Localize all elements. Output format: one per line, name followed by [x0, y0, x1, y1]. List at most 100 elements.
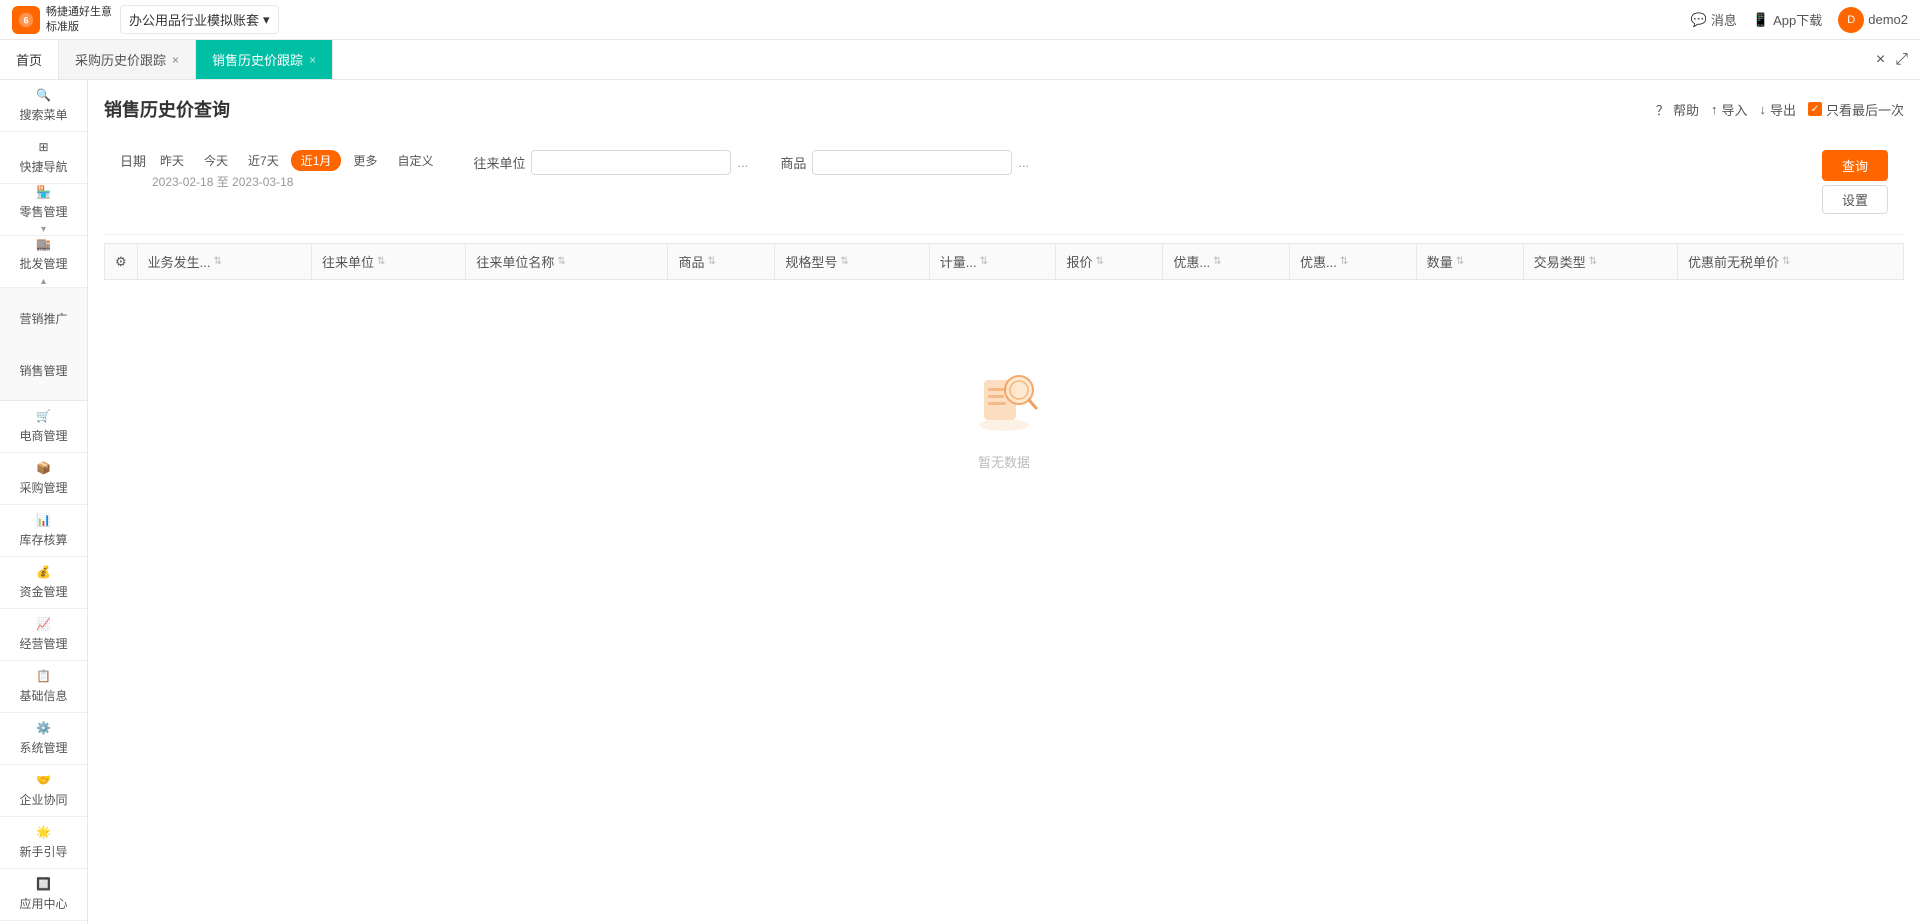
- sidebar-item-enterprise-collab[interactable]: 🤝 企业协同: [0, 765, 87, 817]
- sort-icon: ⇅: [1589, 256, 1597, 267]
- app-download-btn[interactable]: 📱 App下载: [1753, 10, 1822, 29]
- chevron-down-icon: ▾: [41, 224, 46, 235]
- date-btn-more[interactable]: 更多: [345, 150, 385, 171]
- sidebar-item-operations-mgmt[interactable]: 📈 经营管理: [0, 609, 87, 661]
- col-discount1[interactable]: 优惠... ⇅: [1163, 244, 1290, 280]
- close-all-tabs-btn[interactable]: ×: [1876, 51, 1885, 69]
- col-goods[interactable]: 商品 ⇅: [668, 244, 775, 280]
- sidebar-item-retail-mgmt[interactable]: 🏪 零售管理 ▾: [0, 184, 87, 236]
- main-layout: 🔍 搜索菜单 ⊞ 快捷导航 🏪 零售管理 ▾ 🏬 批发管理 ▴ 营销推广 销售管…: [0, 80, 1920, 924]
- ecommerce-icon: 🛒: [36, 409, 51, 423]
- purchase-icon: 📦: [36, 461, 51, 475]
- table-container: ⚙ 业务发生... ⇅ 往来单位: [104, 243, 1904, 551]
- sidebar-item-basic-info[interactable]: 📋 基础信息: [0, 661, 87, 713]
- date-btn-custom[interactable]: 自定义: [389, 150, 441, 171]
- tabbar: 首页 采购历史价跟踪 × 销售历史价跟踪 × × ⤢: [0, 40, 1920, 80]
- sales-history-label: 销售历史价跟踪: [212, 50, 303, 69]
- logo-area: 6 畅捷通好生意 标准版: [12, 5, 112, 34]
- sort-icon: ⇅: [840, 256, 848, 267]
- sidebar-item-new-guide[interactable]: 🌟 新手引导: [0, 817, 87, 869]
- sidebar-item-wholesale-mgmt[interactable]: 🏬 批发管理 ▴: [0, 236, 87, 288]
- tab-sales-history[interactable]: 销售历史价跟踪 ×: [196, 40, 333, 79]
- retail-icon: 🏪: [36, 185, 51, 199]
- col-partner-code[interactable]: 往来单位 ⇅: [311, 244, 465, 280]
- search-icon: 🔍: [36, 88, 51, 102]
- empty-state: 暂无数据: [104, 280, 1904, 551]
- sidebar-item-sales-mgmt[interactable]: 销售管理: [0, 344, 87, 396]
- help-icon: ？: [1656, 100, 1669, 119]
- date-btn-1month[interactable]: 近1月: [291, 150, 342, 171]
- col-partner-name[interactable]: 往来单位名称 ⇅: [466, 244, 668, 280]
- sidebar-item-system-mgmt[interactable]: ⚙️ 系统管理: [0, 713, 87, 765]
- checkbox-icon: [1808, 102, 1822, 116]
- setting-button[interactable]: 设置: [1822, 185, 1888, 214]
- date-btn-7days[interactable]: 近7天: [240, 150, 287, 171]
- page-title: 销售历史价查询: [104, 96, 230, 122]
- sidebar-item-label: 营销推广: [19, 310, 67, 327]
- query-button[interactable]: 查询: [1822, 150, 1888, 181]
- tab-home[interactable]: 首页: [0, 40, 59, 79]
- date-btn-today[interactable]: 今天: [196, 150, 236, 171]
- chevron-up-icon: ▴: [41, 276, 46, 287]
- close-purchase-tab[interactable]: ×: [172, 53, 179, 67]
- message-icon: 💬: [1691, 12, 1707, 28]
- sidebar-item-app-center[interactable]: 🔲 应用中心: [0, 869, 87, 921]
- close-sales-tab[interactable]: ×: [309, 53, 316, 67]
- col-biz-date[interactable]: 业务发生... ⇅: [137, 244, 311, 280]
- col-unit[interactable]: 计量... ⇅: [929, 244, 1056, 280]
- export-btn[interactable]: ↓ 导出: [1759, 100, 1796, 119]
- app-selector[interactable]: 办公用品行业模拟账套 ▾: [120, 5, 279, 34]
- avatar: D: [1838, 7, 1864, 33]
- col-trade-type[interactable]: 交易类型 ⇅: [1523, 244, 1677, 280]
- sidebar-item-ecommerce-mgmt[interactable]: 🛒 电商管理: [0, 401, 87, 453]
- app-center-icon: 🔲: [36, 877, 51, 891]
- sidebar-item-label: 批发管理: [19, 255, 67, 272]
- col-spec[interactable]: 规格型号 ⇅: [775, 244, 929, 280]
- col-gear[interactable]: ⚙: [105, 244, 138, 280]
- import-btn[interactable]: ↑ 导入: [1711, 100, 1748, 119]
- col-quote[interactable]: 报价 ⇅: [1056, 244, 1163, 280]
- user-menu[interactable]: D demo2: [1838, 7, 1908, 33]
- sidebar-item-label: 企业协同: [19, 791, 67, 808]
- partner-input[interactable]: [531, 150, 731, 175]
- sidebar-item-label: 电商管理: [19, 427, 67, 444]
- sidebar-item-search-menu[interactable]: 🔍 搜索菜单: [0, 80, 87, 132]
- collab-icon: 🤝: [36, 773, 51, 787]
- sort-icon: ⇅: [1095, 256, 1103, 267]
- only-last-checkbox[interactable]: 只看最后一次: [1808, 100, 1904, 119]
- sidebar-item-marketing[interactable]: 营销推广: [0, 292, 87, 344]
- sidebar-item-label: 库存核算: [19, 531, 67, 548]
- empty-text: 暂无数据: [978, 452, 1030, 471]
- col-quantity[interactable]: 数量 ⇅: [1416, 244, 1523, 280]
- date-btn-yesterday[interactable]: 昨天: [152, 150, 192, 171]
- partner-dots-btn[interactable]: ...: [737, 155, 748, 170]
- table-header: ⚙ 业务发生... ⇅ 往来单位: [105, 244, 1904, 280]
- tabbar-actions: × ⤢: [1864, 40, 1920, 79]
- expand-btn[interactable]: ⤢: [1895, 51, 1908, 69]
- sidebar-item-quick-nav[interactable]: ⊞ 快捷导航: [0, 132, 87, 184]
- empty-icon: [964, 360, 1044, 440]
- purchase-history-label: 采购历史价跟踪: [75, 50, 166, 69]
- col-discount2[interactable]: 优惠... ⇅: [1290, 244, 1417, 280]
- download-icon: 📱: [1753, 12, 1769, 28]
- system-icon: ⚙️: [36, 721, 51, 735]
- basic-info-icon: 📋: [36, 669, 51, 683]
- gear-icon: ⚙: [115, 254, 127, 269]
- import-icon: ↑: [1711, 102, 1718, 117]
- sidebar-item-finance-mgmt[interactable]: 💰 资金管理: [0, 557, 87, 609]
- tab-purchase-history[interactable]: 采购历史价跟踪 ×: [59, 40, 196, 79]
- sort-icon: ⇅: [1782, 256, 1790, 267]
- col-pretax-price[interactable]: 优惠前无税单价 ⇅: [1678, 244, 1904, 280]
- help-btn[interactable]: ？ 帮助: [1656, 100, 1699, 119]
- sidebar-item-inventory[interactable]: 📊 库存核算: [0, 505, 87, 557]
- sidebar-item-purchase-mgmt[interactable]: 📦 采购管理: [0, 453, 87, 505]
- data-table: ⚙ 业务发生... ⇅ 往来单位: [104, 243, 1904, 280]
- sort-icon: ⇅: [1456, 256, 1464, 267]
- goods-dots-btn[interactable]: ...: [1018, 155, 1029, 170]
- sidebar-item-label: 系统管理: [19, 739, 67, 756]
- sidebar-item-label: 采购管理: [19, 479, 67, 496]
- message-btn[interactable]: 💬 消息: [1691, 10, 1737, 29]
- goods-input[interactable]: [812, 150, 1012, 175]
- sidebar-item-label: 应用中心: [19, 895, 67, 912]
- topbar: 6 畅捷通好生意 标准版 办公用品行业模拟账套 ▾ 💬 消息 📱 App下载 D…: [0, 0, 1920, 40]
